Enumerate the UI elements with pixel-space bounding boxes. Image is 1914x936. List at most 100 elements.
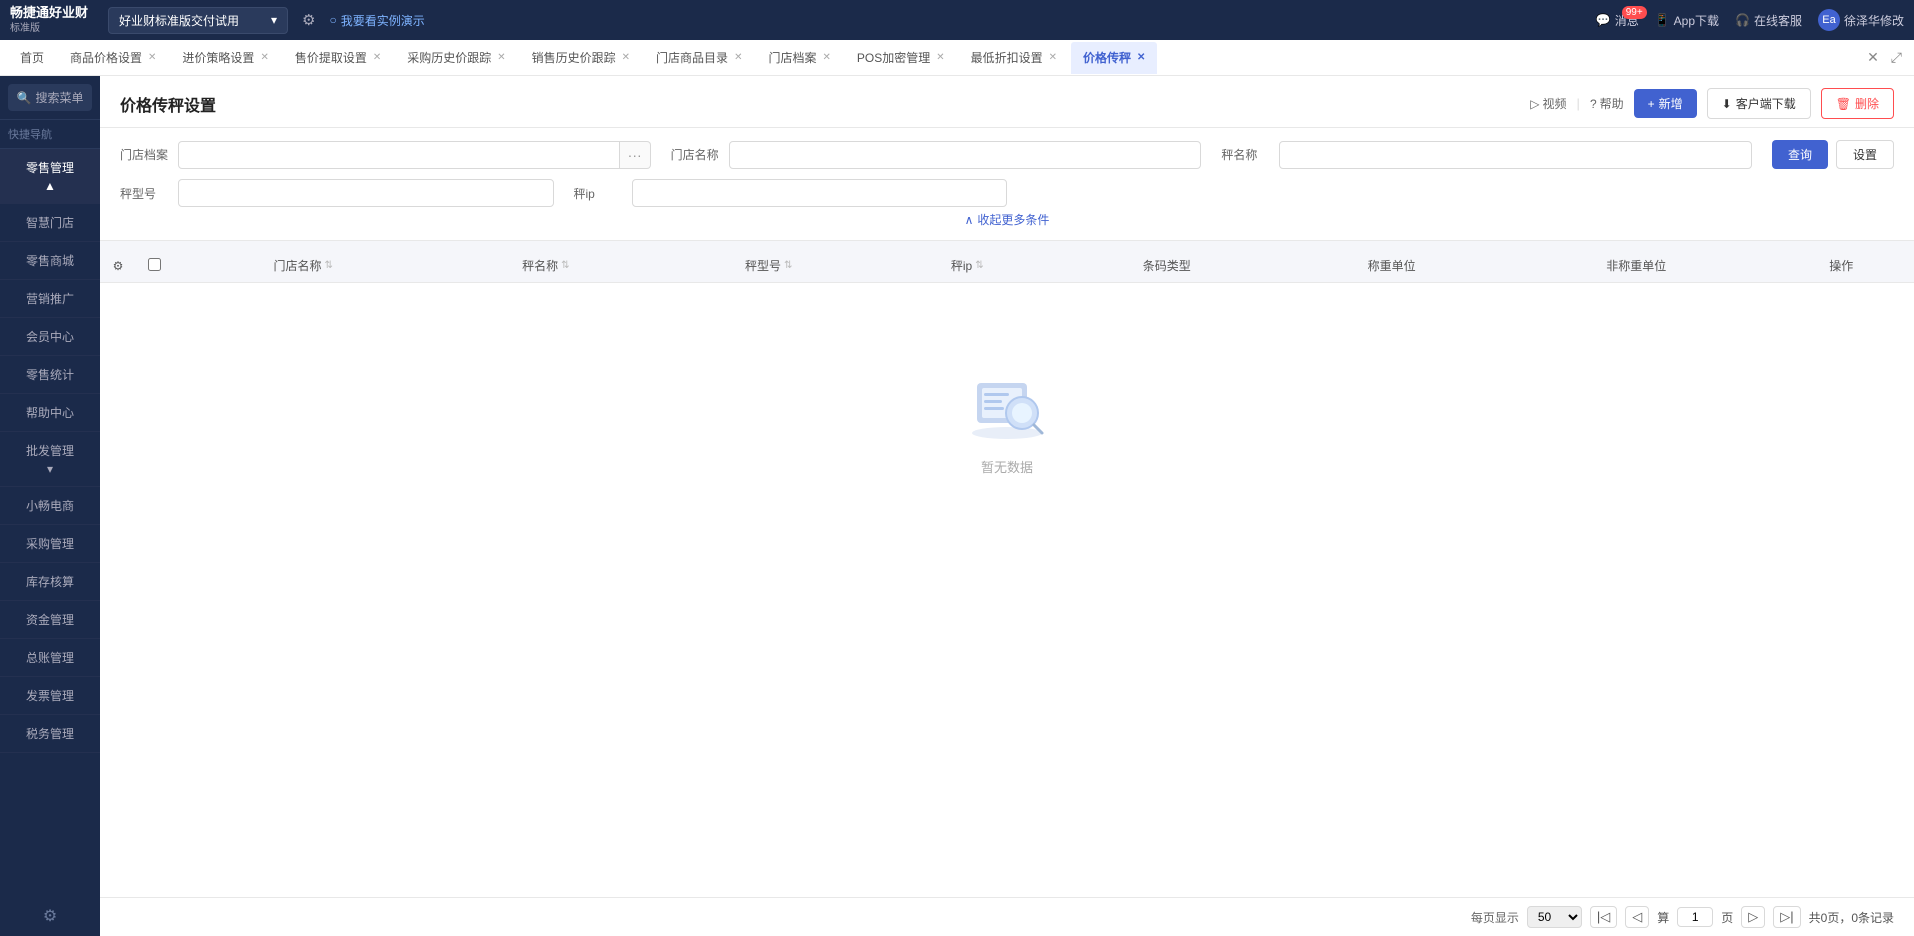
store-profile-dots-button[interactable]: ··· bbox=[620, 141, 651, 169]
empty-text: 暂无数据 bbox=[981, 457, 1033, 476]
sidebar-item-smart-store[interactable]: 智慧门店 bbox=[0, 204, 100, 242]
query-button[interactable]: 查询 bbox=[1772, 140, 1828, 169]
tab-store-catalog[interactable]: 门店商品目录 ✕ bbox=[644, 42, 754, 74]
add-button[interactable]: + 新增 bbox=[1634, 89, 1697, 118]
th-gear[interactable]: ⚙ bbox=[100, 249, 136, 283]
demo-text: 我要看实例演示 bbox=[341, 12, 425, 29]
tab-store-profile[interactable]: 门店档案 ✕ bbox=[756, 42, 842, 74]
sidebar-item-member-center[interactable]: 会员中心 bbox=[0, 318, 100, 356]
tab-price-scale[interactable]: 价格传秤 ✕ bbox=[1071, 42, 1157, 74]
sidebar-item-invoice-mgmt[interactable]: 发票管理 bbox=[0, 677, 100, 715]
th-store-name-sortable[interactable]: 门店名称 ⇅ bbox=[182, 257, 424, 274]
th-scale-ip-sortable[interactable]: 秤ip ⇅ bbox=[890, 257, 1044, 274]
sidebar-item-xiao-chang[interactable]: 小畅电商 bbox=[0, 487, 100, 525]
collapse-button[interactable]: ∧ 收起更多条件 bbox=[965, 211, 1050, 228]
store-name-input[interactable] bbox=[729, 141, 1202, 169]
sidebar-item-wholesale-mgmt[interactable]: 批发管理 ▾ bbox=[0, 432, 100, 487]
app-download-label: App下载 bbox=[1674, 12, 1719, 29]
sidebar-label-retail-mall: 零售商城 bbox=[26, 252, 74, 269]
help-link[interactable]: ? 帮助 bbox=[1590, 95, 1624, 112]
sidebar-item-retail-mgmt[interactable]: 零售管理 ▲ bbox=[0, 149, 100, 204]
sidebar-label-retail-mgmt: 零售管理 bbox=[26, 159, 74, 176]
scale-ip-input[interactable] bbox=[632, 179, 1008, 207]
sidebar-item-capital-mgmt[interactable]: 资金管理 bbox=[0, 601, 100, 639]
first-page-button[interactable]: |◁ bbox=[1590, 906, 1617, 928]
download-button[interactable]: ⬇ 客户端下载 bbox=[1707, 88, 1811, 119]
plus-icon: + bbox=[1648, 97, 1655, 111]
per-page-select[interactable]: 50 10 20 100 bbox=[1527, 906, 1582, 928]
tab-sale-price[interactable]: 售价提取设置 ✕ bbox=[283, 42, 393, 74]
avatar: Ea bbox=[1818, 9, 1840, 31]
sidebar-label-member-center: 会员中心 bbox=[26, 328, 74, 345]
close-icon[interactable]: ✕ bbox=[622, 52, 630, 63]
help-icon: ? bbox=[1590, 97, 1597, 111]
tab-purchase-strategy[interactable]: 进价策略设置 ✕ bbox=[170, 42, 280, 74]
total-label: 共0页，0条记录 bbox=[1809, 909, 1894, 926]
headphone-icon: 🎧 bbox=[1735, 13, 1750, 27]
sidebar-label-inventory: 库存核算 bbox=[26, 573, 74, 590]
video-link[interactable]: ▷ 视频 bbox=[1530, 95, 1566, 112]
store-profile-input[interactable] bbox=[178, 141, 620, 169]
sidebar-item-tax-mgmt[interactable]: 税务管理 bbox=[0, 715, 100, 753]
filter-store-profile: 门店档案 ··· bbox=[120, 141, 651, 169]
delete-button[interactable]: 🗑 删除 bbox=[1821, 88, 1894, 119]
th-scale-name-sortable[interactable]: 秤名称 ⇅ bbox=[444, 257, 647, 274]
sidebar-label-wholesale-mgmt: 批发管理 bbox=[26, 442, 74, 459]
message-button[interactable]: 💬 消息 99+ bbox=[1596, 12, 1639, 29]
tab-sale-history[interactable]: 销售历史价跟踪 ✕ bbox=[520, 42, 642, 74]
sidebar-item-general-ledger[interactable]: 总账管理 bbox=[0, 639, 100, 677]
demo-link[interactable]: ○ 我要看实例演示 bbox=[329, 12, 424, 29]
tab-purchase-history[interactable]: 采购历史价跟踪 ✕ bbox=[395, 42, 517, 74]
page-number-input[interactable] bbox=[1677, 907, 1713, 927]
sidebar-item-purchase-mgmt[interactable]: 采购管理 bbox=[0, 525, 100, 563]
sidebar-item-inventory[interactable]: 库存核算 bbox=[0, 563, 100, 601]
expand-tab-button[interactable]: ⤢ bbox=[1887, 47, 1906, 68]
scale-name-input[interactable] bbox=[1279, 141, 1752, 169]
gear-icon[interactable]: ⚙ bbox=[113, 259, 124, 273]
sidebar-label-capital-mgmt: 资金管理 bbox=[26, 611, 74, 628]
app-download-button[interactable]: 📱 App下载 bbox=[1655, 12, 1719, 29]
tab-pos-management[interactable]: POS加密管理 ✕ bbox=[845, 42, 957, 74]
sidebar-quick-nav[interactable]: 快捷导航 bbox=[0, 120, 100, 149]
sidebar-search-area: 🔍 搜索菜单 bbox=[0, 76, 100, 120]
user-info[interactable]: Ea 徐泽华修改 bbox=[1818, 9, 1904, 31]
sidebar-settings-button[interactable]: ⚙ bbox=[43, 906, 57, 926]
last-page-button[interactable]: ▷| bbox=[1773, 906, 1800, 928]
select-all-checkbox[interactable] bbox=[148, 258, 161, 271]
sidebar-item-marketing[interactable]: 营销推广 bbox=[0, 280, 100, 318]
close-icon[interactable]: ✕ bbox=[260, 52, 268, 63]
close-icon[interactable]: ✕ bbox=[1049, 52, 1057, 63]
product-settings-button[interactable]: ⚙ bbox=[298, 7, 319, 33]
sidebar-item-retail-stats[interactable]: 零售统计 bbox=[0, 356, 100, 394]
tab-commodity-price[interactable]: 商品价格设置 ✕ bbox=[58, 42, 168, 74]
close-icon[interactable]: ✕ bbox=[822, 52, 830, 63]
filter-scale-name-label: 秤名称 bbox=[1221, 146, 1271, 163]
close-icon[interactable]: ✕ bbox=[734, 52, 742, 63]
page-title: 价格传秤设置 bbox=[120, 92, 216, 116]
filter-row-2: 秤型号 秤ip bbox=[120, 179, 1894, 207]
th-checkbox[interactable] bbox=[136, 249, 172, 283]
filter-store-name-label: 门店名称 bbox=[671, 146, 721, 163]
close-icon[interactable]: ✕ bbox=[497, 52, 505, 63]
filter-scale-ip: 秤ip bbox=[574, 179, 1008, 207]
close-tab-button[interactable]: ✕ bbox=[1863, 47, 1883, 68]
search-menu-button[interactable]: 🔍 搜索菜单 bbox=[8, 84, 92, 111]
collapse-bar: ∧ 收起更多条件 bbox=[120, 207, 1894, 228]
set-button[interactable]: 设置 bbox=[1836, 140, 1894, 169]
close-icon[interactable]: ✕ bbox=[148, 52, 156, 63]
product-selector[interactable]: 好业财标准版交付试用 ▾ bbox=[108, 7, 288, 34]
th-scale-name: 秤名称 ⇅ bbox=[434, 249, 657, 283]
close-icon[interactable]: ✕ bbox=[1137, 52, 1145, 63]
scale-model-input[interactable] bbox=[178, 179, 554, 207]
close-icon[interactable]: ✕ bbox=[936, 52, 944, 63]
close-icon[interactable]: ✕ bbox=[373, 52, 381, 63]
tab-home[interactable]: 首页 bbox=[8, 42, 56, 74]
th-scale-model-sortable[interactable]: 秤型号 ⇅ bbox=[667, 257, 870, 274]
sidebar-item-help-center[interactable]: 帮助中心 bbox=[0, 394, 100, 432]
content-header: 价格传秤设置 ▷ 视频 | ? 帮助 + 新增 ⬇ 客户端下载 bbox=[100, 76, 1914, 128]
prev-page-button[interactable]: ◁ bbox=[1625, 906, 1649, 928]
tab-min-discount[interactable]: 最低折扣设置 ✕ bbox=[959, 42, 1069, 74]
next-page-button[interactable]: ▷ bbox=[1741, 906, 1765, 928]
online-service-button[interactable]: 🎧 在线客服 bbox=[1735, 12, 1802, 29]
sidebar-item-retail-mall[interactable]: 零售商城 bbox=[0, 242, 100, 280]
